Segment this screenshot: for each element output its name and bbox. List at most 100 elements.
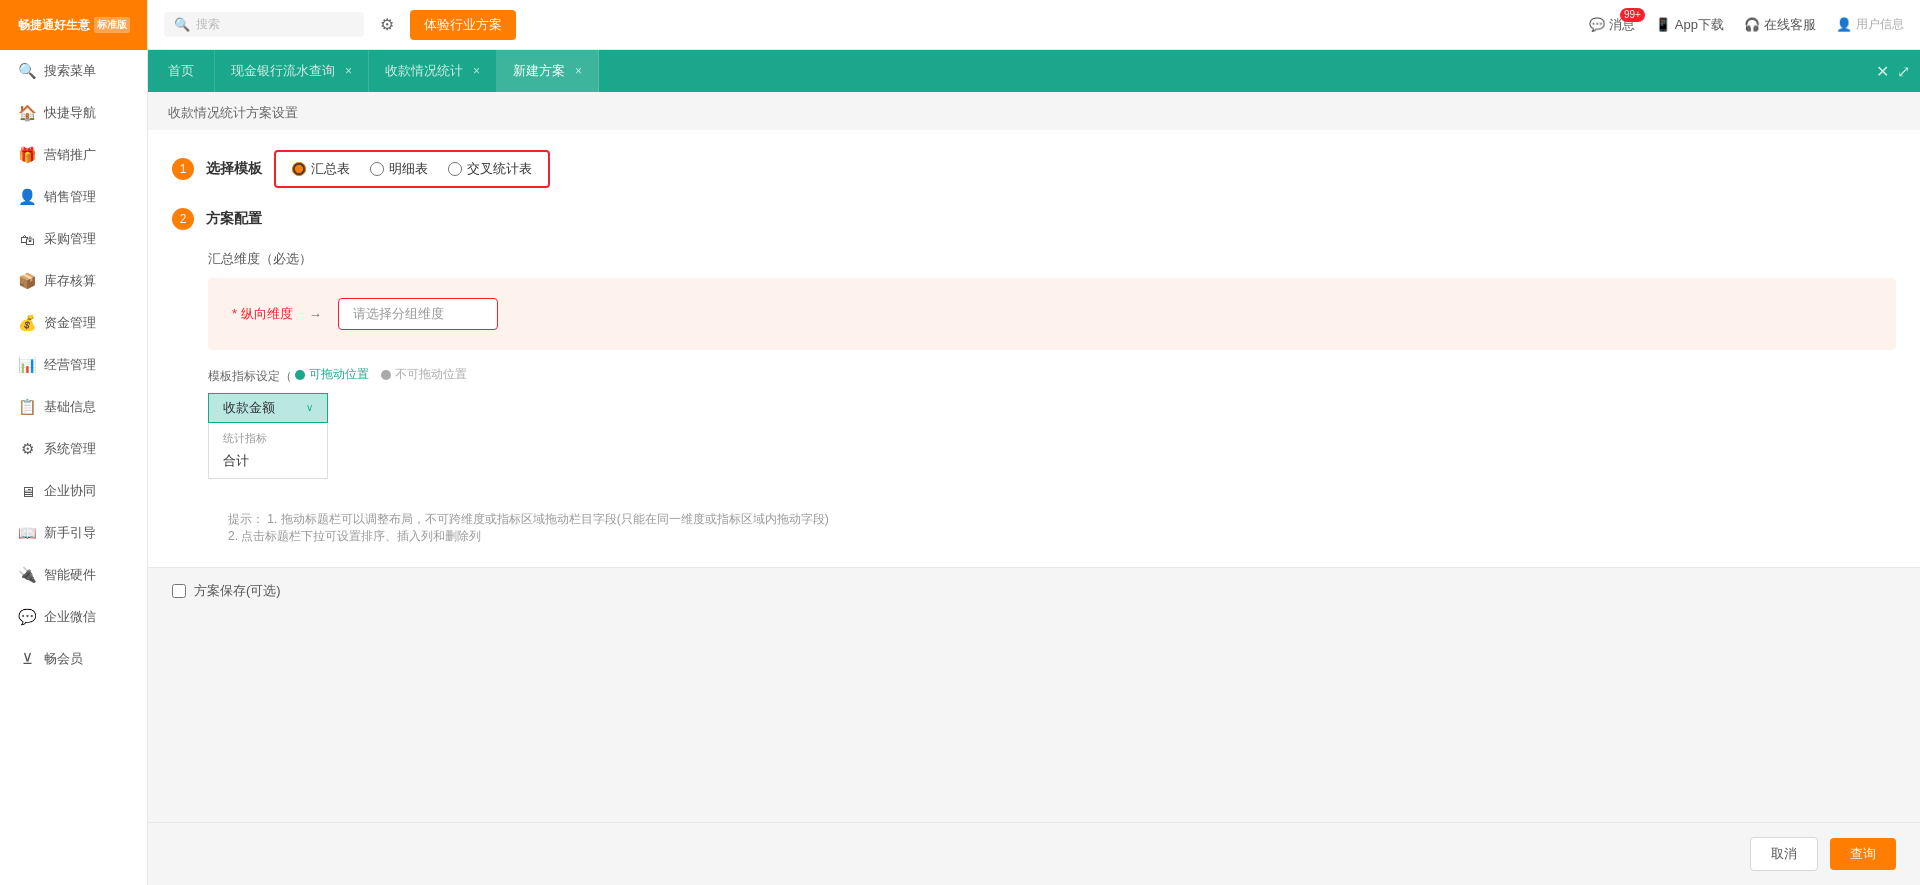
sidebar-item-member[interactable]: ⊻ 畅会员: [0, 638, 147, 680]
tab-cash-bank-close[interactable]: ×: [345, 64, 352, 78]
sidebar-item-search-menu[interactable]: 🔍 搜索菜单: [0, 50, 147, 92]
sidebar-item-label: 库存核算: [44, 272, 96, 290]
search-icon: 🔍: [174, 17, 190, 32]
sidebar-item-sales[interactable]: 👤 销售管理: [0, 176, 147, 218]
metrics-stat-title: 统计指标: [223, 431, 313, 446]
main-area: 🔍 搜索 ⚙ 体验行业方案 💬 消息 99+ 📱 App下载 🎧 在线客服 👤 …: [148, 0, 1920, 885]
template-selection-box: 汇总表 明细表 交叉统计表: [274, 150, 550, 188]
sidebar-item-smart-hardware[interactable]: 🔌 智能硬件: [0, 554, 147, 596]
radio-summary[interactable]: 汇总表: [292, 160, 350, 178]
message-icon: 💬: [1589, 17, 1605, 32]
enterprise-wechat-icon: 💬: [18, 608, 36, 626]
service-label: 在线客服: [1764, 16, 1816, 34]
sidebar-item-label: 智能硬件: [44, 566, 96, 584]
tab-collection-stat[interactable]: 收款情况统计 ×: [369, 50, 497, 92]
tab-new-scheme-close[interactable]: ×: [575, 64, 582, 78]
cancel-button[interactable]: 取消: [1750, 837, 1818, 871]
app-download[interactable]: 📱 App下载: [1655, 16, 1724, 34]
sidebar-item-starter-guide[interactable]: 📖 新手引导: [0, 512, 147, 554]
sidebar-item-label: 企业微信: [44, 608, 96, 626]
dimension-area: * 纵向维度 → 请选择分组维度: [208, 278, 1896, 350]
subtotal-label: 合计: [223, 453, 249, 468]
topbar-search-box[interactable]: 🔍 搜索: [164, 12, 364, 37]
dimension-row: * 纵向维度 → 请选择分组维度: [232, 298, 1872, 330]
sidebar-item-marketing[interactable]: 🎁 营销推广: [0, 134, 147, 176]
collection-amount-tag[interactable]: 收款金额 ∨: [208, 393, 328, 423]
message-badge[interactable]: 💬 消息 99+: [1589, 16, 1635, 34]
trial-industry-button[interactable]: 体验行业方案: [410, 10, 516, 40]
sidebar-item-enterprise-wechat[interactable]: 💬 企业微信: [0, 596, 147, 638]
sidebar-item-label: 采购管理: [44, 230, 96, 248]
tips-text-1: 1. 拖动标题栏可以调整布局，不可跨维度或指标区域拖动栏目字段(只能在同一维度或…: [267, 512, 828, 526]
radio-cross-input[interactable]: [448, 162, 462, 176]
draggable-indicator: 可拖动位置: [295, 366, 369, 383]
radio-summary-label: 汇总表: [311, 160, 350, 178]
sidebar: 畅捷通好生意 标准版 🔍 搜索菜单 🏠 快捷导航 🎁 营销推广 👤 销售管理 🛍…: [0, 0, 148, 885]
sidebar-item-label: 销售管理: [44, 188, 96, 206]
settings-icon[interactable]: ⚙: [380, 15, 394, 34]
tab-collection-stat-label: 收款情况统计: [385, 62, 463, 80]
step1-label: 选择模板: [206, 160, 262, 178]
sidebar-item-enterprise-collab[interactable]: 🖥 企业协同: [0, 470, 147, 512]
radio-cross[interactable]: 交叉统计表: [448, 160, 532, 178]
page-header: 收款情况统计方案设置: [148, 92, 1920, 130]
sidebar-item-inventory[interactable]: 📦 库存核算: [0, 260, 147, 302]
sidebar-item-label: 基础信息: [44, 398, 96, 416]
form-section: 1 选择模板 汇总表 明细表 交叉统计表: [148, 130, 1920, 567]
basic-info-icon: 📋: [18, 398, 36, 416]
logo-text: 畅捷通好生意: [18, 17, 90, 34]
draggable-label: 可拖动位置: [309, 366, 369, 383]
search-menu-icon: 🔍: [18, 62, 36, 80]
footer: 取消 查询: [148, 822, 1920, 885]
tab-expand-icon[interactable]: ⤢: [1897, 62, 1910, 81]
tab-close-all-icon[interactable]: ✕: [1876, 62, 1889, 81]
sidebar-item-label: 搜索菜单: [44, 62, 96, 80]
query-button[interactable]: 查询: [1830, 838, 1896, 870]
user-avatar: 👤: [1836, 17, 1852, 32]
sidebar-item-operations[interactable]: 📊 经营管理: [0, 344, 147, 386]
step2-row: 2 方案配置: [172, 208, 1896, 230]
tab-collection-stat-close[interactable]: ×: [473, 64, 480, 78]
version-tag: 标准版: [94, 17, 130, 33]
tab-cash-bank[interactable]: 现金银行流水查询 ×: [215, 50, 369, 92]
member-icon: ⊻: [18, 650, 36, 668]
sidebar-item-finance[interactable]: 💰 资金管理: [0, 302, 147, 344]
starter-guide-icon: 📖: [18, 524, 36, 542]
save-checkbox[interactable]: [172, 584, 186, 598]
metrics-section: 模板指标设定（ 可拖动位置 不可拖动位置 收款: [208, 366, 1896, 479]
tab-home[interactable]: 首页: [148, 50, 215, 92]
sidebar-item-system[interactable]: ⚙ 系统管理: [0, 428, 147, 470]
user-info[interactable]: 👤 用户信息: [1836, 16, 1904, 33]
tips-item-1: 提示： 1. 拖动标题栏可以调整布局，不可跨维度或指标区域拖动栏目字段(只能在同…: [228, 511, 1876, 528]
download-label: App下载: [1675, 16, 1724, 34]
dimension-select[interactable]: 请选择分组维度: [338, 298, 498, 330]
badge-count: 99+: [1620, 8, 1645, 22]
subtotal-row: 合计: [223, 452, 313, 470]
tab-cash-bank-label: 现金银行流水查询: [231, 62, 335, 80]
online-service[interactable]: 🎧 在线客服: [1744, 16, 1816, 34]
chevron-down-icon: ∨: [306, 402, 313, 413]
metrics-title-text: 模板指标设定（: [208, 369, 292, 383]
dimension-select-placeholder: 请选择分组维度: [353, 305, 444, 323]
tab-home-label: 首页: [168, 62, 194, 80]
tips-item-2: 2. 点击标题栏下拉可设置排序、插入列和删除列: [228, 528, 1876, 545]
smart-hardware-icon: 🔌: [18, 566, 36, 584]
tab-new-scheme[interactable]: 新建方案 ×: [497, 50, 599, 92]
quick-nav-icon: 🏠: [18, 104, 36, 122]
sidebar-item-basic-info[interactable]: 📋 基础信息: [0, 386, 147, 428]
sidebar-item-quick-nav[interactable]: 🏠 快捷导航: [0, 92, 147, 134]
inventory-icon: 📦: [18, 272, 36, 290]
save-label: 方案保存(可选): [194, 582, 281, 600]
topbar: 🔍 搜索 ⚙ 体验行业方案 💬 消息 99+ 📱 App下载 🎧 在线客服 👤 …: [148, 0, 1920, 50]
radio-summary-input[interactable]: [292, 162, 306, 176]
download-icon: 📱: [1655, 17, 1671, 32]
sidebar-item-purchase[interactable]: 🛍 采购管理: [0, 218, 147, 260]
tips-text-2: 2. 点击标题栏下拉可设置排序、插入列和删除列: [228, 529, 481, 543]
radio-detail-input[interactable]: [370, 162, 384, 176]
step2-label: 方案配置: [206, 210, 262, 228]
finance-icon: 💰: [18, 314, 36, 332]
radio-detail[interactable]: 明细表: [370, 160, 428, 178]
non-draggable-dot: [381, 370, 391, 380]
purchase-icon: 🛍: [18, 230, 36, 248]
tabbar-controls: ✕ ⤢: [1876, 62, 1920, 81]
